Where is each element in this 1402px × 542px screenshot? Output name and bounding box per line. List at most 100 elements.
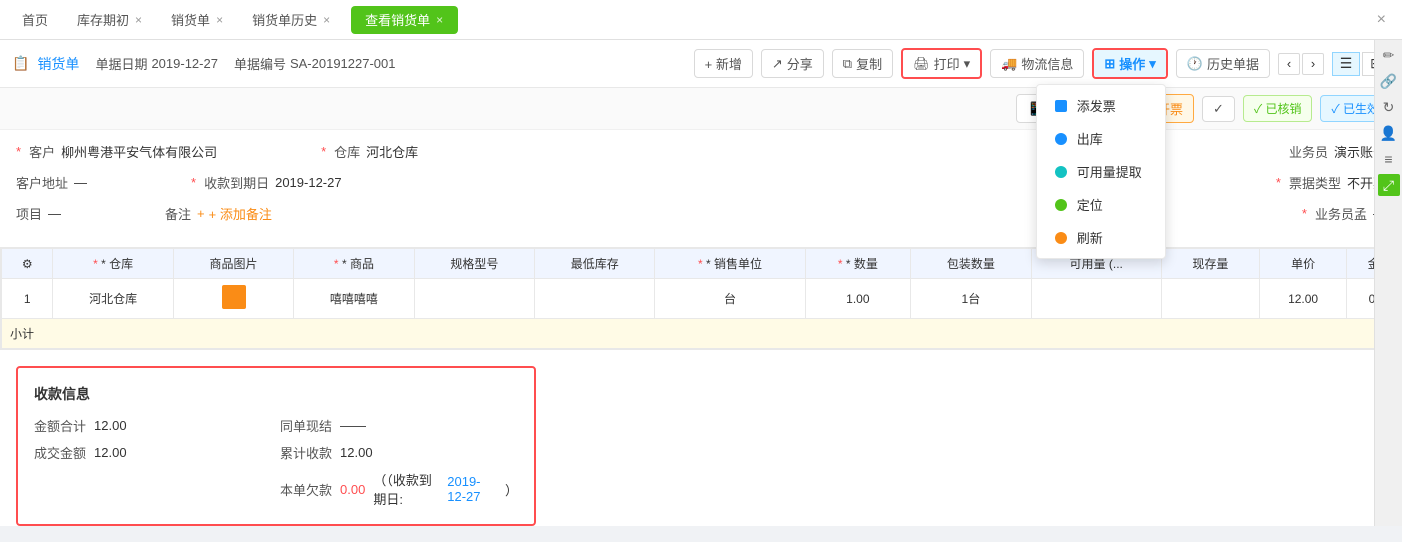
salesperson-required: * <box>1302 206 1307 221</box>
share-icon: ↗ <box>772 56 783 72</box>
dropdown-outbound[interactable]: 出库 <box>1037 122 1165 155</box>
form-area: * 客户 柳州粤港平安气体有限公司 * 仓库 河北仓库 业务员 演示账号 客户地… <box>0 130 1402 247</box>
tab-close-inventory[interactable]: × <box>135 13 142 27</box>
payment-same-order: 同单现结 —— <box>280 416 518 435</box>
form-row-2: 客户地址 — * 收款到期日 2019-12-27 * 票据类型 不开票 <box>16 173 1386 192</box>
action-bar: 📱 来自手机 ⊙ 未开票 ✓ ✓ 已核销 ✓ 已生效 <box>0 88 1402 130</box>
side-list-icon[interactable]: ≡ <box>1378 148 1400 170</box>
project-value: — <box>48 206 61 221</box>
tab-sales-order[interactable]: 销货单 × <box>157 0 238 40</box>
tab-close-history[interactable]: × <box>323 13 330 27</box>
logistics-button[interactable]: 🚚 物流信息 <box>990 49 1084 78</box>
side-edit-icon[interactable]: ✏ <box>1378 44 1400 66</box>
operations-dropdown: 添发票 出库 可用量提取 定位 <box>1036 84 1166 259</box>
tab-close-sales[interactable]: × <box>216 13 223 27</box>
prev-arrow[interactable]: ‹ <box>1278 53 1300 75</box>
employee-label: 业务员 <box>1289 142 1328 161</box>
due-date-field: * 收款到期日 2019-12-27 <box>191 173 342 192</box>
history-button[interactable]: 🕐 历史单据 <box>1176 49 1270 78</box>
customer-label: 客户 <box>29 142 55 161</box>
outbound-icon <box>1053 131 1069 147</box>
product-thumbnail <box>222 285 246 309</box>
doc-icon: 📋 <box>12 55 29 72</box>
right-side-icons: ✏ 🔗 ↻ 👤 ≡ ⤢ <box>1374 40 1402 526</box>
tab-inventory-init[interactable]: 库存期初 × <box>63 0 157 40</box>
project-label: 项目 <box>16 204 42 223</box>
payment-section: 收款信息 金额合计 12.00 同单现结 —— 成交金额 12.00 累计收款 … <box>16 366 536 526</box>
side-refresh-icon[interactable]: ↻ <box>1378 96 1400 118</box>
document-meta: 单据日期 2019-12-27 单据编号 SA-20191227-001 <box>95 54 395 73</box>
address-value: — <box>74 175 87 190</box>
list-view-btn[interactable]: ☰ <box>1332 52 1360 76</box>
row-spec <box>414 279 534 319</box>
dropdown-locate[interactable]: 定位 <box>1037 188 1165 221</box>
close-all-tabs[interactable]: × <box>1369 11 1394 29</box>
employee-field: 业务员 演示账号 <box>1289 142 1386 161</box>
toolbar-right: + 新增 ↗ 分享 ⧉ 复制 🖨 打印 ▾ 🚚 物流信息 <box>694 48 1390 79</box>
tab-close-view[interactable]: × <box>436 13 443 27</box>
col-product-img: 商品图片 <box>173 249 293 279</box>
col-package-qty: 包装数量 <box>911 249 1031 279</box>
row-unit: 台 <box>655 279 805 319</box>
truck-icon: 🚚 <box>1001 56 1017 72</box>
tab-view-sales[interactable]: 查看销货单 × <box>351 6 458 34</box>
copy-button[interactable]: ⧉ 复制 <box>832 49 893 78</box>
tab-home[interactable]: 首页 <box>8 0 63 40</box>
ticket-type-label: 票据类型 <box>1289 173 1341 192</box>
dropdown-available-extract[interactable]: 可用量提取 <box>1037 155 1165 188</box>
due-note-label: （收款到期日: <box>373 473 432 507</box>
add-note-button[interactable]: + + 添加备注 <box>197 204 272 223</box>
amount-total-value: 12.00 <box>94 418 127 433</box>
add-invoice-icon <box>1053 98 1069 114</box>
col-min-stock: 最低库存 <box>535 249 655 279</box>
row-stock <box>1161 279 1259 319</box>
ticket-type-field: * 票据类型 不开票 <box>1276 173 1386 192</box>
toolbar-left: 📋 销货单 单据日期 2019-12-27 单据编号 SA-20191227-0… <box>12 54 396 74</box>
operations-button[interactable]: ⊞ 操作 ▾ <box>1094 50 1165 77</box>
col-quantity: * * 数量 <box>805 249 911 279</box>
settings-icon: ⚙ <box>22 257 33 271</box>
row-no: 1 <box>2 279 53 319</box>
doc-date-label: 单据日期 <box>95 54 147 73</box>
locate-icon <box>1053 197 1069 213</box>
col-settings[interactable]: ⚙ <box>2 249 53 279</box>
same-order-label: 同单现结 <box>280 416 332 435</box>
operations-dropdown-arrow: ▾ <box>1149 56 1156 72</box>
row-product-img <box>173 279 293 319</box>
dropdown-refresh[interactable]: 刷新 <box>1037 221 1165 254</box>
note-label: 备注 <box>165 204 191 223</box>
plus-icon: + <box>197 206 205 221</box>
due-note: （（收款到期日: <box>373 470 439 508</box>
form-row-3: 项目 — 备注 + + 添加备注 * 业务员孟 — <box>16 204 1386 223</box>
side-expand-icon[interactable]: ⤢ <box>1378 174 1400 196</box>
side-user-icon[interactable]: 👤 <box>1378 122 1400 144</box>
transaction-label: 成交金额 <box>34 443 86 462</box>
print-highlight-box: 🖨 打印 ▾ <box>901 48 982 79</box>
note-field: 备注 + + 添加备注 <box>165 204 272 223</box>
payment-transaction: 成交金额 12.00 <box>34 443 272 462</box>
salesperson-label: 业务员孟 <box>1315 204 1367 223</box>
warehouse-label: 仓库 <box>334 142 360 161</box>
print-button[interactable]: 🖨 打印 ▾ <box>903 50 980 77</box>
check-icon: ✓ <box>1213 101 1224 117</box>
confirmed-status-btn[interactable]: ✓ 已核销 <box>1243 95 1313 122</box>
tab-sales-history[interactable]: 销货单历史 × <box>238 0 345 40</box>
address-label: 客户地址 <box>16 173 68 192</box>
next-arrow[interactable]: › <box>1302 53 1324 75</box>
payment-amount-total: 金额合计 12.00 <box>34 416 272 435</box>
table-row: 1 河北仓库 嘻嘻嘻嘻 台 1.00 1台 12.00 0. <box>2 279 1401 319</box>
add-button[interactable]: + 新增 <box>694 49 753 78</box>
share-button[interactable]: ↗ 分享 <box>761 49 824 78</box>
form-row-1: * 客户 柳州粤港平安气体有限公司 * 仓库 河北仓库 业务员 演示账号 <box>16 142 1386 161</box>
subtotal-label: 小计 <box>10 327 34 341</box>
print-dropdown-arrow: ▾ <box>964 56 971 72</box>
doc-number-label: 单据编号 <box>234 54 286 73</box>
dropdown-add-invoice[interactable]: 添发票 <box>1037 89 1165 122</box>
due-date-required: * <box>191 175 196 190</box>
customer-value: 柳州粤港平安气体有限公司 <box>61 142 217 161</box>
doc-date-field: 单据日期 2019-12-27 <box>95 54 218 73</box>
confirm-button[interactable]: ✓ <box>1202 96 1235 122</box>
due-date-value: 2019-12-27 <box>275 175 342 190</box>
side-link-icon[interactable]: 🔗 <box>1378 70 1400 92</box>
current-owed-value: 0.00 <box>340 482 365 497</box>
